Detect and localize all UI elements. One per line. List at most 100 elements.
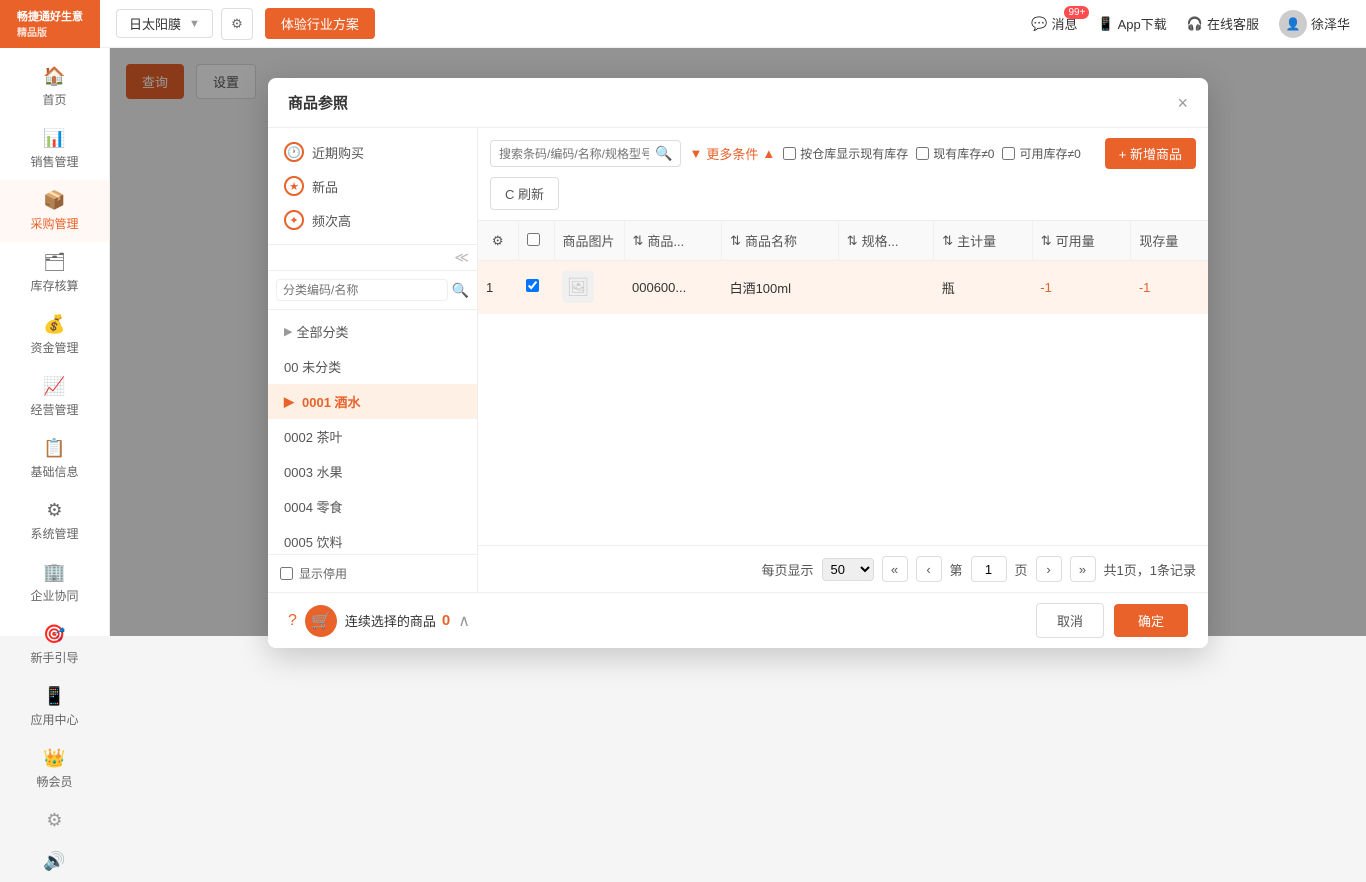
nav-frequent[interactable]: ✦ 频次高 xyxy=(276,204,469,236)
next-page-button[interactable]: › xyxy=(1036,556,1062,582)
prev-page-button[interactable]: ‹ xyxy=(916,556,942,582)
sidebar-item-inventory[interactable]: 🗂 库存核算 xyxy=(0,242,109,304)
total-info: 共1页，1条记录 xyxy=(1104,560,1196,579)
last-page-button[interactable]: » xyxy=(1070,556,1096,582)
help-icon[interactable]: ? xyxy=(288,612,297,630)
frequent-icon: ✦ xyxy=(284,210,304,230)
th-name[interactable]: ⇅ 商品名称 xyxy=(722,221,839,261)
select-all-checkbox[interactable] xyxy=(527,233,540,246)
sidebar-item-member[interactable]: 👑 畅会员 xyxy=(0,738,109,800)
avail-nz-checkbox[interactable] xyxy=(1002,147,1015,160)
refresh-button[interactable]: C 刷新 xyxy=(490,177,559,210)
sidebar-item-purchase[interactable]: 📦 采购管理 xyxy=(0,180,109,242)
product-table: ⚙ 商品图片 xyxy=(478,221,1208,314)
gear-header-icon[interactable]: ⚙ xyxy=(492,233,504,248)
row-name-cell: 白酒100ml xyxy=(722,261,839,314)
sidebar-item-sales[interactable]: 📊 销售管理 xyxy=(0,118,109,180)
sidebar-item-label-sales: 销售管理 xyxy=(30,153,78,170)
th-checkbox xyxy=(518,221,554,261)
nav-recent-purchase[interactable]: 🕐 近期购买 xyxy=(276,136,469,168)
table-row[interactable]: 1 🖼 xyxy=(478,261,1208,314)
sidebar-bottom: ⚙ 🔊 xyxy=(0,800,109,882)
category-alcohol-label: 0001 酒水 xyxy=(302,392,361,411)
sidebar-item-label-finance: 资金管理 xyxy=(30,339,78,356)
th-spec[interactable]: ⇅ 规格... xyxy=(838,221,934,261)
th-unit[interactable]: ⇅ 主计量 xyxy=(934,221,1033,261)
row-code: 000600... xyxy=(632,280,686,295)
category-uncategorized[interactable]: 00 未分类 xyxy=(268,349,477,384)
nav-new-product[interactable]: ★ 新品 xyxy=(276,170,469,202)
home-icon: 🏠 xyxy=(43,66,65,87)
sort-icon-code: ⇅ xyxy=(633,233,644,249)
add-product-button[interactable]: + 新增商品 xyxy=(1105,138,1196,169)
left-panel-footer: 显示停用 xyxy=(268,554,477,592)
message-btn[interactable]: 💬 消息 99+ xyxy=(1031,14,1077,33)
product-search-input[interactable] xyxy=(499,147,649,161)
modal-overlay: 商品参照 × 🕐 近期购买 ★ xyxy=(110,48,1366,636)
category-alcohol[interactable]: ▶ 0001 酒水 xyxy=(268,384,477,419)
sidebar-settings-btn[interactable]: ⚙ xyxy=(0,800,109,841)
collapse-nav-icon[interactable]: ≪ xyxy=(454,249,469,266)
show-disabled-label: 显示停用 xyxy=(299,565,347,582)
apps-icon: 📱 xyxy=(43,686,65,707)
online-service-btn[interactable]: 🎧 在线客服 xyxy=(1187,14,1259,33)
trial-button[interactable]: 体验行业方案 xyxy=(265,8,375,39)
filter-btn-label: 更多条件 xyxy=(706,144,758,163)
sidebar-item-guide[interactable]: 🎯 新手引导 xyxy=(0,614,109,676)
category-fruit[interactable]: 0003 水果 xyxy=(268,454,477,489)
category-search-icon[interactable]: 🔍 xyxy=(452,282,469,299)
filter-arrow-icon: ▲ xyxy=(762,146,775,161)
sidebar-item-operations[interactable]: 📈 经营管理 xyxy=(0,366,109,428)
category-search-input[interactable] xyxy=(276,279,448,301)
sidebar-item-basics[interactable]: 📋 基础信息 xyxy=(0,428,109,490)
sidebar-item-home[interactable]: 🏠 首页 xyxy=(0,56,109,118)
sidebar-item-enterprise[interactable]: 🏢 企业协同 xyxy=(0,552,109,614)
first-page-button[interactable]: « xyxy=(882,556,908,582)
stock-nz-filter[interactable]: 现有库存≠0 xyxy=(916,145,994,162)
user-profile[interactable]: 👤 徐泽华 xyxy=(1279,10,1350,38)
stock-nz-checkbox[interactable] xyxy=(916,147,929,160)
cart-text: 连续选择的商品 xyxy=(345,611,436,630)
dialog-close-button[interactable]: × xyxy=(1177,94,1188,112)
confirm-button[interactable]: 确定 xyxy=(1114,604,1188,637)
current-page-input[interactable] xyxy=(971,556,1007,582)
per-page-select[interactable]: 50 20 100 xyxy=(822,558,874,581)
guide-icon: 🎯 xyxy=(43,624,65,645)
sidebar-item-finance[interactable]: 💰 资金管理 xyxy=(0,304,109,366)
category-drinks[interactable]: 0005 饮料 xyxy=(268,524,477,554)
cart-count: 0 xyxy=(442,612,450,629)
sales-icon: 📊 xyxy=(43,128,65,149)
cart-icon[interactable]: 🛒 xyxy=(305,605,337,637)
app-download-btn[interactable]: 📱 App下载 xyxy=(1097,14,1166,33)
th-code[interactable]: ⇅ 商品... xyxy=(624,221,722,261)
footer-collapse-icon[interactable]: ∧ xyxy=(458,611,470,631)
product-search-icon[interactable]: 🔍 xyxy=(655,145,672,162)
warehouse-checkbox[interactable] xyxy=(783,147,796,160)
row-checkbox[interactable] xyxy=(526,279,539,292)
settings-icon[interactable]: ⚙ xyxy=(221,8,253,40)
more-filter-button[interactable]: ▼ 更多条件 ▲ xyxy=(689,144,775,163)
row-stock: -1 xyxy=(1139,280,1151,295)
cancel-button[interactable]: 取消 xyxy=(1036,603,1104,638)
warehouse-stock-filter[interactable]: 按仓库显示现有库存 xyxy=(783,145,908,162)
avail-nz-filter[interactable]: 可用库存≠0 xyxy=(1002,145,1080,162)
purchase-icon: 📦 xyxy=(43,190,65,211)
sidebar-item-apps[interactable]: 📱 应用中心 xyxy=(0,676,109,738)
online-service-label: 在线客服 xyxy=(1207,14,1259,33)
category-all[interactable]: ▶ 全部分类 xyxy=(268,314,477,349)
category-drinks-label: 0005 饮料 xyxy=(284,532,343,551)
member-icon: 👑 xyxy=(43,748,65,769)
sidebar-sound-btn[interactable]: 🔊 xyxy=(0,841,109,882)
page-label: 第 xyxy=(950,560,963,579)
category-snacks[interactable]: 0004 零食 xyxy=(268,489,477,524)
sidebar-item-label-system: 系统管理 xyxy=(30,525,78,542)
top-navigation: 畅捷通好生意 精品版 日太阳膜 ▼ ⚙ 体验行业方案 💬 消息 99+ 📱 Ap… xyxy=(0,0,1366,48)
th-available[interactable]: ⇅ 可用量 xyxy=(1032,221,1131,261)
store-selector[interactable]: 日太阳膜 ▼ xyxy=(116,9,213,38)
category-tea[interactable]: 0002 茶叶 xyxy=(268,419,477,454)
avail-nz-label: 可用库存≠0 xyxy=(1019,145,1080,162)
th-image: 商品图片 xyxy=(554,221,624,261)
sidebar-item-system[interactable]: ⚙ 系统管理 xyxy=(0,490,109,552)
show-disabled-checkbox[interactable] xyxy=(280,567,293,580)
nav-recent-label: 近期购买 xyxy=(312,143,364,162)
